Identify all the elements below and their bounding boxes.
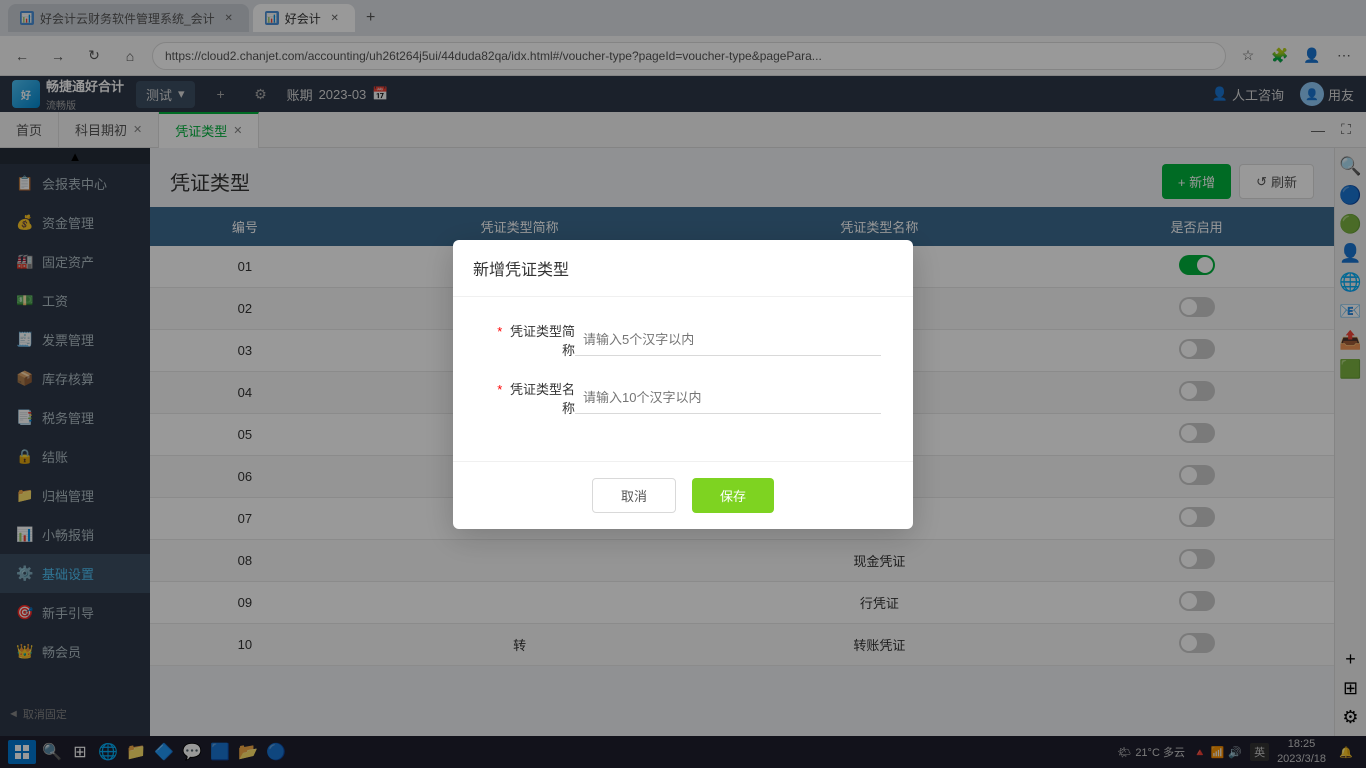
modal-header: 新增凭证类型 xyxy=(453,240,913,297)
required-star-1: * xyxy=(497,324,502,339)
full-name-input[interactable] xyxy=(575,382,881,414)
short-name-input[interactable] xyxy=(575,324,881,356)
full-name-label: * 凭证类型名称 xyxy=(485,379,575,417)
required-star-2: * xyxy=(497,382,502,397)
form-row-full-name: * 凭证类型名称 xyxy=(485,379,881,417)
modal-body: * 凭证类型简称 * 凭证类型名称 xyxy=(453,297,913,461)
new-voucher-type-modal: 新增凭证类型 * 凭证类型简称 * 凭证类型名称 取消 保存 xyxy=(453,240,913,529)
modal-title: 新增凭证类型 xyxy=(473,262,569,279)
modal-footer: 取消 保存 xyxy=(453,461,913,529)
form-row-short-name: * 凭证类型简称 xyxy=(485,321,881,359)
modal-overlay: 新增凭证类型 * 凭证类型简称 * 凭证类型名称 取消 保存 xyxy=(0,0,1366,768)
short-name-label: * 凭证类型简称 xyxy=(485,321,575,359)
cancel-button[interactable]: 取消 xyxy=(592,478,676,513)
save-button[interactable]: 保存 xyxy=(692,478,774,513)
